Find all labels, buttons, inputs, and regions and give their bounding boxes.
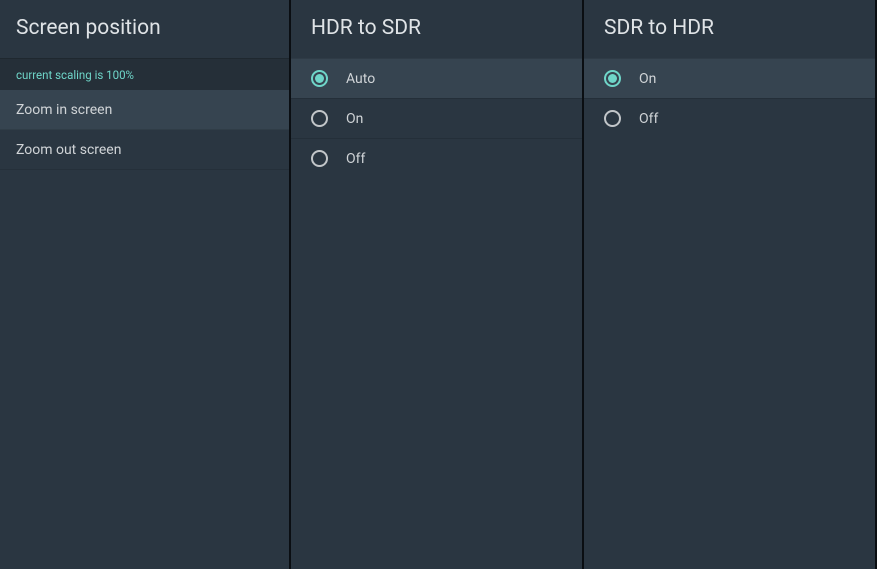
radio-label: Off: [346, 151, 365, 167]
sdr-to-hdr-body: [584, 138, 875, 569]
hdr-to-sdr-option-on[interactable]: On: [291, 98, 582, 138]
screen-position-panel: Screen position current scaling is 100% …: [0, 0, 291, 569]
radio-icon: [311, 150, 328, 167]
hdr-to-sdr-title: HDR to SDR: [291, 0, 582, 58]
sdr-to-hdr-panel: SDR to HDR On Off: [584, 0, 877, 569]
radio-icon: [311, 110, 328, 127]
scaling-status-row: current scaling is 100%: [0, 58, 289, 90]
screen-position-title: Screen position: [0, 0, 289, 58]
radio-label: Off: [639, 111, 658, 127]
radio-icon: [311, 70, 328, 87]
hdr-to-sdr-panel: HDR to SDR Auto On Off: [291, 0, 584, 569]
zoom-out-item[interactable]: Zoom out screen: [0, 130, 289, 170]
radio-icon: [604, 110, 621, 127]
scaling-status-text: current scaling is 100%: [16, 68, 134, 82]
screen-position-body: [0, 170, 289, 569]
sdr-to-hdr-option-off[interactable]: Off: [584, 98, 875, 138]
radio-label: On: [346, 111, 363, 127]
radio-label: On: [639, 71, 656, 87]
sdr-to-hdr-title: SDR to HDR: [584, 0, 875, 58]
radio-icon: [604, 70, 621, 87]
sdr-to-hdr-option-on[interactable]: On: [584, 58, 875, 98]
radio-label: Auto: [346, 71, 375, 87]
hdr-to-sdr-body: [291, 178, 582, 569]
zoom-in-item[interactable]: Zoom in screen: [0, 90, 289, 130]
hdr-to-sdr-option-auto[interactable]: Auto: [291, 58, 582, 98]
hdr-to-sdr-option-off[interactable]: Off: [291, 138, 582, 178]
